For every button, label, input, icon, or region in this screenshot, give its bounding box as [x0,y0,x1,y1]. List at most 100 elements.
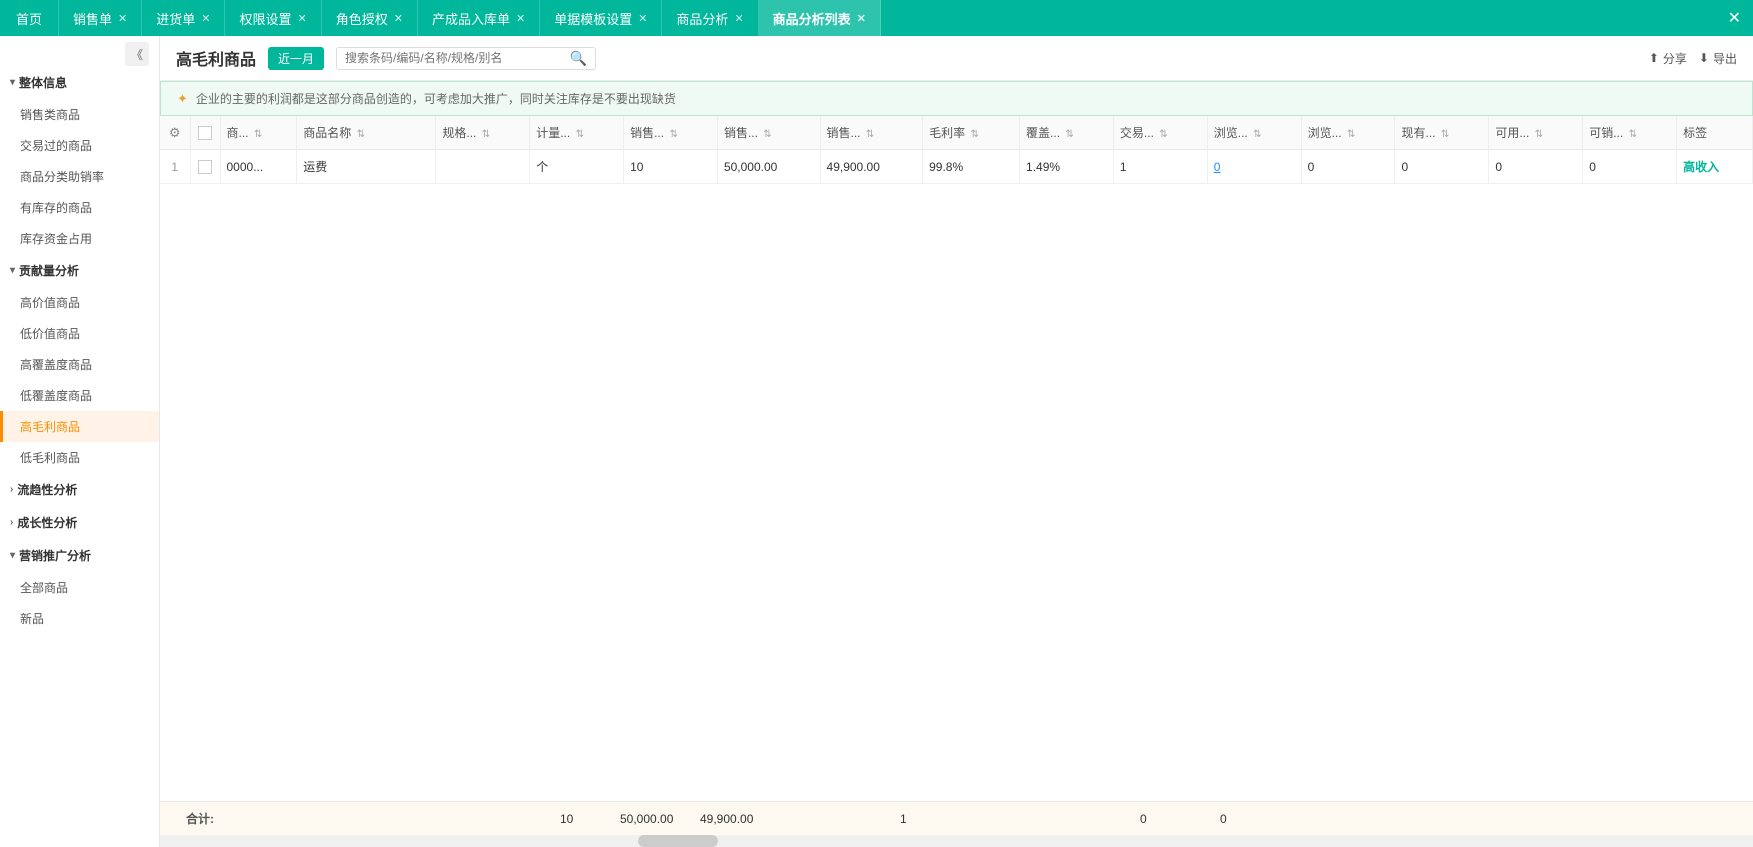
sidebar-item-low-margin[interactable]: 低毛利商品 [0,442,159,473]
col-tag[interactable]: 标签 [1677,116,1753,150]
row-saleable: 0 [1583,150,1677,184]
tab-template[interactable]: 单据模板设置 ✕ [540,0,662,36]
sidebar-item-low-coverage[interactable]: 低覆盖度商品 [0,380,159,411]
table-row: 1 0000... 运费 [160,150,1753,184]
sidebar-section-growth[interactable]: › 成长性分析 [0,506,159,539]
col-sales-cost[interactable]: 销售... ⇅ [820,116,923,150]
tab-role-close[interactable]: ✕ [394,12,403,25]
row-browse1[interactable]: 0 [1207,150,1301,184]
col-code[interactable]: 商... ⇅ [220,116,297,150]
sidebar-section-overall[interactable]: ▾ 整体信息 [0,66,159,99]
col-name[interactable]: 商品名称 ⇅ [297,116,436,150]
sidebar-item-traded-goods[interactable]: 交易过的商品 [0,130,159,161]
sidebar-item-all-goods[interactable]: 全部商品 [0,572,159,603]
sidebar-item-high-coverage[interactable]: 高覆盖度商品 [0,349,159,380]
tab-purchase[interactable]: 进货单 ✕ [142,0,225,36]
col-spec[interactable]: 规格... ⇅ [436,116,530,150]
export-label: 导出 [1713,50,1737,67]
col-saleable[interactable]: 可销... ⇅ [1583,116,1677,150]
table-container: ⚙ 商... ⇅ 商品名称 ⇅ [160,116,1753,801]
tab-purchase-close[interactable]: ✕ [201,12,210,25]
tab-permission-close[interactable]: ✕ [298,12,307,25]
col-current[interactable]: 现有... ⇅ [1395,116,1489,150]
sidebar-item-low-value[interactable]: 低价值商品 [0,318,159,349]
col-sales-amount[interactable]: 销售... ⇅ [717,116,820,150]
tab-template-close[interactable]: ✕ [638,12,647,25]
sidebar-item-sales-goods[interactable]: 销售类商品 [0,99,159,130]
tab-role[interactable]: 角色授权 ✕ [322,0,418,36]
header-checkbox[interactable] [198,126,212,140]
col-sales-qty[interactable]: 销售... ⇅ [624,116,718,150]
sidebar-collapse-button[interactable]: 《 [125,42,149,66]
search-icon[interactable]: 🔍 [570,50,587,67]
row-coverage: 1.49% [1020,150,1114,184]
sidebar-section-contribution[interactable]: ▾ 贡献量分析 [0,254,159,287]
row-index: 1 [160,150,190,184]
data-table: ⚙ 商... ⇅ 商品名称 ⇅ [160,116,1753,184]
window-close-button[interactable]: ✕ [1716,8,1753,28]
share-button[interactable]: ⬆ 分享 [1649,50,1687,67]
col-unit-label: 计量... [536,126,570,140]
section-contribution-label: 贡献量分析 [19,262,79,279]
tab-product-entry[interactable]: 产成品入库单 ✕ [418,0,540,36]
search-input[interactable] [345,51,564,65]
col-available[interactable]: 可用... ⇅ [1489,116,1583,150]
col-code-label: 商... [227,126,249,140]
row-checkbox-control[interactable] [198,160,212,174]
settings-icon[interactable]: ⚙ [169,125,181,140]
tab-sales-close[interactable]: ✕ [118,12,127,25]
tab-permission[interactable]: 权限设置 ✕ [225,0,321,36]
section-marketing-arrow: ▾ [10,550,15,561]
sidebar-section-marketing[interactable]: ▾ 营销推广分析 [0,539,159,572]
row-checkbox[interactable] [190,150,220,184]
tab-template-label: 单据模板设置 [554,9,632,28]
section-trend-label: 流趋性分析 [17,481,77,498]
col-tag-label: 标签 [1683,126,1707,140]
row-name: 运费 [297,150,436,184]
row-sales-amount: 50,000.00 [717,150,820,184]
col-transaction-sort: ⇅ [1159,129,1167,140]
tab-product-entry-close[interactable]: ✕ [516,12,525,25]
sidebar-item-stock-capital[interactable]: 库存资金占用 [0,223,159,254]
notice-icon: ✦ [177,91,188,107]
sidebar-item-new-goods[interactable]: 新品 [0,603,159,634]
date-filter-button[interactable]: 近一月 [268,47,324,70]
col-coverage[interactable]: 覆盖... ⇅ [1020,116,1114,150]
col-unit[interactable]: 计量... ⇅ [530,116,624,150]
tab-sales-label: 销售单 [73,9,112,28]
export-button[interactable]: ⬇ 导出 [1699,50,1737,67]
col-settings[interactable]: ⚙ [160,116,190,150]
row-sales-qty: 10 [624,150,718,184]
tab-role-label: 角色授权 [336,9,388,28]
tab-analysis-list-close[interactable]: ✕ [857,12,866,25]
notice-text: 企业的主要的利润都是这部分商品创造的，可考虑加大推广，同时关注库存是不要出现缺货 [196,90,676,107]
col-coverage-label: 覆盖... [1026,126,1060,140]
col-checkbox[interactable] [190,116,220,150]
col-browse1-label: 浏览... [1214,126,1248,140]
row-gross-margin: 99.8% [923,150,1020,184]
tab-analysis[interactable]: 商品分析 ✕ [662,0,758,36]
sidebar-item-high-margin[interactable]: 高毛利商品 [0,411,159,442]
sidebar-item-category-rate[interactable]: 商品分类助销率 [0,161,159,192]
sidebar-item-in-stock[interactable]: 有库存的商品 [0,192,159,223]
col-sales-qty-sort: ⇅ [669,129,677,140]
col-gross-margin[interactable]: 毛利率 ⇅ [923,116,1020,150]
col-sales-amount-label: 销售... [724,126,758,140]
col-browse2[interactable]: 浏览... ⇅ [1301,116,1395,150]
sidebar-section-trend[interactable]: › 流趋性分析 [0,473,159,506]
col-gross-margin-sort: ⇅ [970,129,978,140]
tab-home[interactable]: 首页 [0,0,59,36]
footer-sales-cost: 49,900.00 [694,812,774,826]
sidebar-item-high-value[interactable]: 高价值商品 [0,287,159,318]
horizontal-scrollbar[interactable] [160,835,1753,847]
col-name-label: 商品名称 [303,126,351,140]
section-marketing-label: 营销推广分析 [19,547,91,564]
notice-bar: ✦ 企业的主要的利润都是这部分商品创造的，可考虑加大推广，同时关注库存是不要出现… [160,81,1753,116]
tab-bar: 首页 销售单 ✕ 进货单 ✕ 权限设置 ✕ 角色授权 ✕ 产成品入库单 ✕ 单据… [0,0,1753,36]
col-browse1[interactable]: 浏览... ⇅ [1207,116,1301,150]
tab-sales[interactable]: 销售单 ✕ [59,0,142,36]
tab-analysis-close[interactable]: ✕ [734,12,743,25]
col-transaction[interactable]: 交易... ⇅ [1113,116,1207,150]
col-sales-cost-label: 销售... [827,126,861,140]
tab-analysis-list[interactable]: 商品分析列表 ✕ [759,0,881,36]
